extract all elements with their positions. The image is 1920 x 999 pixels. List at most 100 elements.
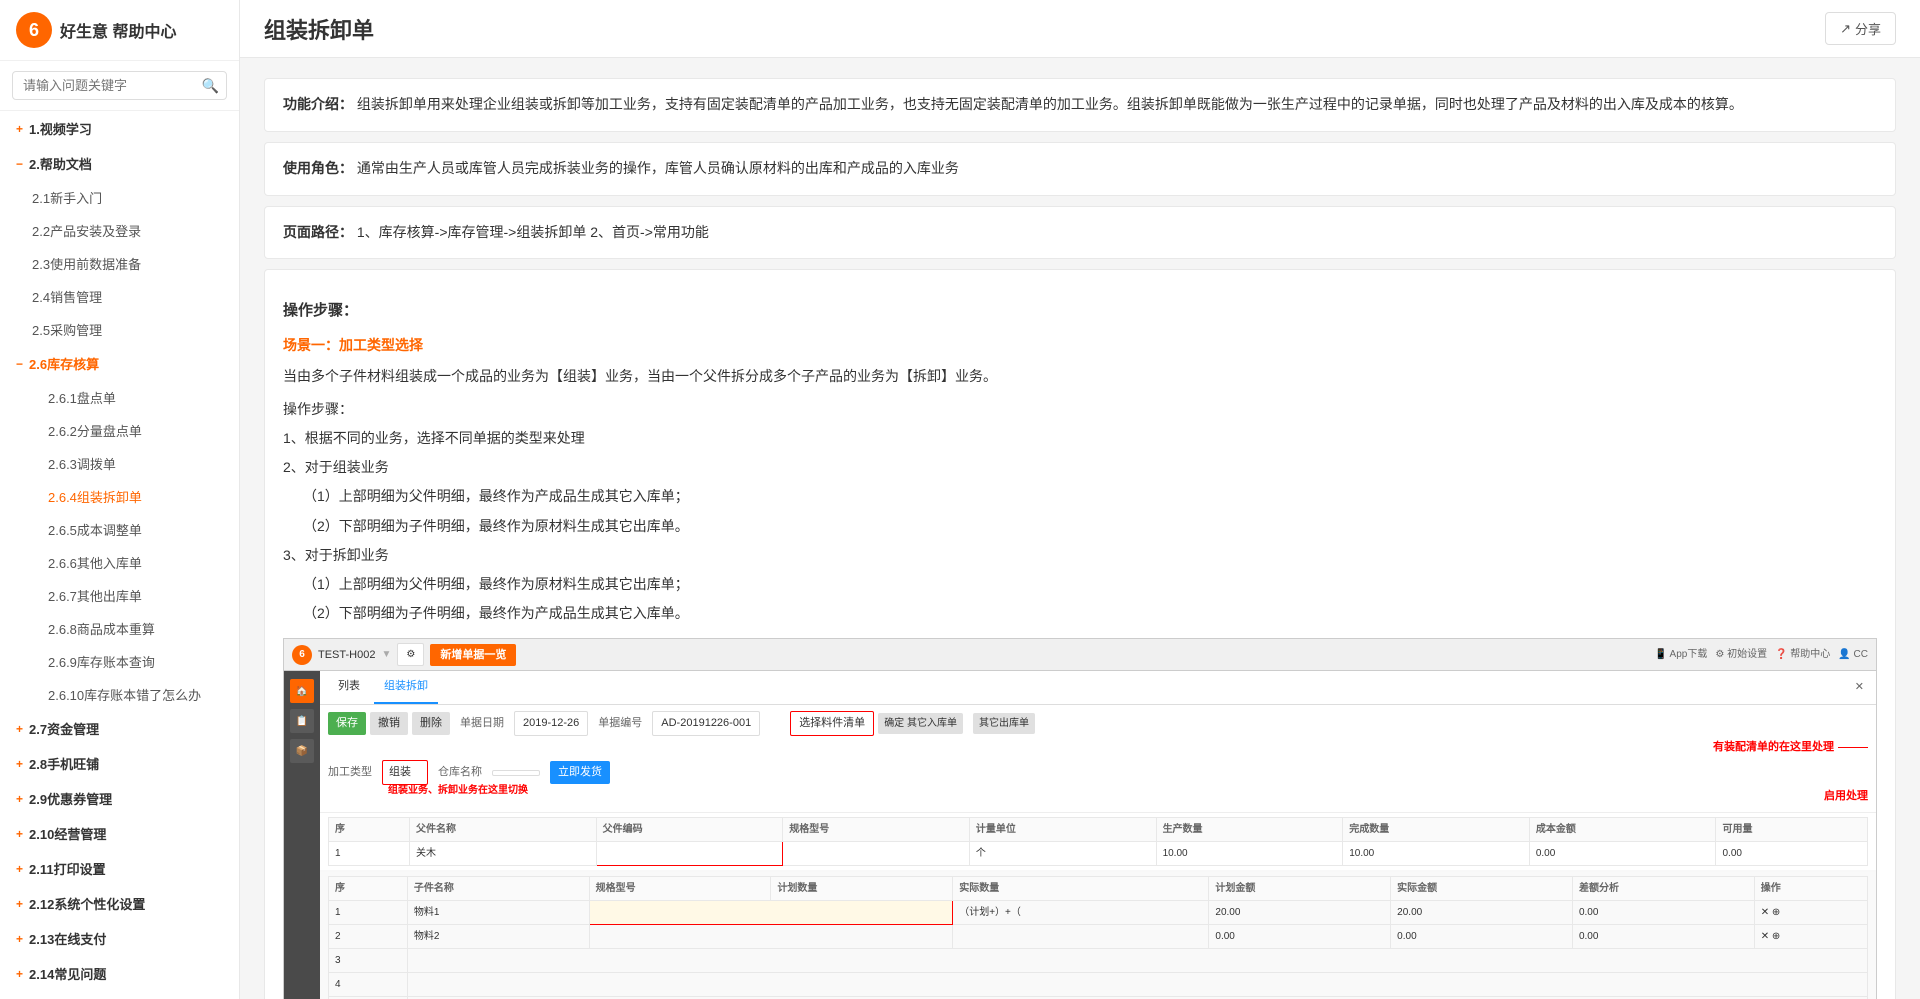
sidebar-item-finance[interactable]: + 2.7资金管理: [0, 711, 239, 746]
content-area: 功能介绍： 组装拆卸单用来处理企业组装或拆卸等加工业务，支持有固定装配清单的产品…: [240, 58, 1920, 999]
mock-cell-spec1: [783, 841, 970, 865]
sidebar-item-adjust[interactable]: 2.6.3调拨单: [0, 447, 239, 480]
sidebar-label-faq: 2.14常见问题: [29, 964, 106, 983]
mock-action-btns: 保存 撤销 删除: [328, 712, 450, 735]
steps-title2: 操作步骤：: [283, 397, 1877, 422]
mock-sub-empty3: [407, 948, 1867, 972]
mock-top-icons: 📱 App下载 ⚙ 初始设置 ❓ 帮助中心 👤 CC: [1655, 646, 1868, 663]
sidebar-item-ops[interactable]: + 2.10经营管理: [0, 816, 239, 851]
mock-lower-header-row: 序 子件名称 规格型号 计划数量 实际数量 计划金额 实际金额 差额分析: [329, 876, 1868, 900]
screenshot-wrapper: 6 TEST-H002 ▼ ⚙ 新增单据一览 📱 App下载 ⚙ 初始设置 ❓ …: [283, 638, 1877, 999]
sidebar-item-assembly[interactable]: 2.6.4组装拆卸单: [0, 480, 239, 513]
mock-btn-save[interactable]: 保存: [328, 712, 366, 735]
sidebar-label-online: 2.13在线支付: [29, 929, 106, 948]
mock-arrow1: [1838, 747, 1868, 748]
mock-col-prod-qty: 生产数量: [1156, 817, 1343, 841]
mock-form-area: 保存 撤销 删除 单据日期 2019-12-26 单据编号 AD-2019122…: [320, 705, 1876, 813]
sidebar-item-docs[interactable]: − 2.帮助文档: [0, 146, 239, 181]
mock-tab-list[interactable]: 列表: [328, 671, 370, 704]
expand-icon-mobile: +: [16, 757, 23, 771]
sidebar-item-inother[interactable]: 2.6.6其他入库单: [0, 546, 239, 579]
mock-btn-cancel[interactable]: 撤销: [370, 712, 408, 735]
mock-sub-col-planqty: 计划数量: [771, 876, 953, 900]
mock-confirm2-btn[interactable]: 其它出库单: [973, 713, 1035, 734]
mock-sub-col-code: 规格型号: [589, 876, 771, 900]
expand-icon-customize: +: [16, 897, 23, 911]
sidebar-item-faq[interactable]: + 2.14常见问题: [0, 956, 239, 991]
mock-cell-avail1: 0.00: [1716, 841, 1868, 865]
mock-sub-seq4: 4: [329, 972, 408, 996]
sidebar-item-cases[interactable]: + 2.15操作案例: [0, 991, 239, 999]
path-label: 页面路径：: [283, 224, 353, 240]
mock-type-select[interactable]: 组装: [382, 760, 428, 785]
mock-billno-input[interactable]: AD-20191226-001: [652, 711, 760, 736]
mock-cell-pqty1: 10.00: [1156, 841, 1343, 865]
mock-bom-section: 选择料件清单 确定 其它入库单: [790, 711, 963, 736]
expand-icon-online: +: [16, 932, 23, 946]
mock-add-row-btn[interactable]: 立即发货: [550, 761, 610, 784]
search-icon[interactable]: 🔍: [202, 77, 219, 94]
mock-confirm-btn[interactable]: 确定 其它入库单: [878, 713, 963, 734]
mock-billno-label: 单据编号: [598, 714, 642, 733]
search-box: 🔍: [0, 61, 239, 111]
mock-layout: 🏠 📋 📦 列表 组装拆卸 ✕: [284, 671, 1876, 999]
sidebar-item-data[interactable]: 2.3使用前数据准备: [0, 247, 239, 280]
expand-icon-finance: +: [16, 722, 23, 736]
mock-warehouse-input[interactable]: [492, 770, 540, 776]
mock-close-btn[interactable]: ✕: [1851, 674, 1868, 701]
mock-main-panel: 列表 组装拆卸 ✕ 保存 撤销: [320, 671, 1876, 999]
path-block: 页面路径： 1、库存核算->库存管理->组装拆卸单 2、首页->常用功能: [264, 206, 1896, 260]
sidebar-item-inventory[interactable]: − 2.6库存核算: [0, 346, 239, 381]
sidebar-item-stocktake[interactable]: 2.6.1盘点单: [0, 381, 239, 414]
sidebar-item-sales[interactable]: 2.4销售管理: [0, 280, 239, 313]
mock-date-input[interactable]: 2019-12-26: [514, 711, 588, 736]
share-icon: ↗: [1840, 21, 1851, 37]
mock-upper-header-row: 序 父件名称 父件编码 规格型号 计量单位 生产数量 完成数量 成本金额: [329, 817, 1868, 841]
sidebar-item-stockerror[interactable]: 2.6.10库存账本错了怎么办: [0, 678, 239, 711]
mock-annotation3-label: 启用处理: [1824, 787, 1868, 806]
sidebar-item-costcalc[interactable]: 2.6.8商品成本重算: [0, 612, 239, 645]
mock-col-parent-code: 父件编码: [596, 817, 783, 841]
mock-sub-col-op: 操作: [1754, 876, 1867, 900]
sidebar-item-online[interactable]: + 2.13在线支付: [0, 921, 239, 956]
mock-annotation1: 有装配清单的在这里处理: [328, 738, 1868, 757]
app-title: 好生意 帮助中心: [60, 18, 176, 42]
share-button[interactable]: ↗ 分享: [1825, 12, 1896, 45]
mock-col-cost: 成本金额: [1529, 817, 1716, 841]
main-content: 组装拆卸单 ↗ 分享 功能介绍： 组装拆卸单用来处理企业组装或拆卸等加工业务，支…: [240, 0, 1920, 999]
mock-sub-highlight2: [589, 924, 953, 948]
sidebar-item-cost[interactable]: 2.6.5成本调整单: [0, 513, 239, 546]
mock-sub-pcost1: 20.00: [1209, 900, 1391, 924]
mock-sub-acost2: 0.00: [1391, 924, 1573, 948]
mock-cell-unit1: 个: [969, 841, 1156, 865]
mock-new-btn[interactable]: 新增单据一览: [430, 644, 516, 667]
search-input[interactable]: [12, 71, 227, 100]
expand-icon-faq: +: [16, 967, 23, 981]
scene1-desc: 当由多个子件材料组装成一个成品的业务为【组装】业务，当由一个父件拆分成多个子产品…: [283, 364, 1877, 389]
table-row: 2 物料2 0.00 0.00 0.00 ✕ ⊕: [329, 924, 1868, 948]
mock-upper-table: 序 父件名称 父件编码 规格型号 计量单位 生产数量 完成数量 成本金额: [328, 817, 1868, 866]
sidebar-item-coupon[interactable]: + 2.9优惠券管理: [0, 781, 239, 816]
sidebar-item-outother[interactable]: 2.6.7其他出库单: [0, 579, 239, 612]
sidebar-item-stockquery[interactable]: 2.6.9库存账本查询: [0, 645, 239, 678]
mock-upper-table-body: 1 关木 个 10.00 10.00 0.00: [329, 841, 1868, 865]
sidebar-item-video[interactable]: + 1.视频学习: [0, 111, 239, 146]
sidebar-item-install[interactable]: 2.2产品安装及登录: [0, 214, 239, 247]
mock-bom-btn[interactable]: 选择料件清单: [790, 711, 874, 736]
mock-icon-home: 🏠: [290, 679, 314, 703]
mock-col-avail: 可用量: [1716, 817, 1868, 841]
sidebar-item-customize[interactable]: + 2.12系统个性化设置: [0, 886, 239, 921]
sidebar-item-mobile[interactable]: + 2.8手机旺铺: [0, 746, 239, 781]
sidebar-item-print[interactable]: + 2.11打印设置: [0, 851, 239, 886]
sidebar-item-partial[interactable]: 2.6.2分量盘点单: [0, 414, 239, 447]
mock-sub-aqty1: （计划+）+（: [953, 900, 1209, 924]
sidebar-item-purchase[interactable]: 2.5采购管理: [0, 313, 239, 346]
intro-text: 组装拆卸单用来处理企业组装或拆卸等加工业务，支持有固定装配清单的产品加工业务，也…: [357, 96, 1743, 112]
mock-logo: 6: [292, 645, 312, 665]
mock-company: TEST-H002: [318, 646, 375, 665]
mock-btn-delete[interactable]: 删除: [412, 712, 450, 735]
sidebar-item-newbie[interactable]: 2.1新手入门: [0, 181, 239, 214]
sidebar-label-docs: 2.帮助文档: [29, 154, 92, 173]
mock-tab-assembly[interactable]: 组装拆卸: [374, 671, 438, 704]
mock-type-label: 加工类型: [328, 763, 372, 782]
